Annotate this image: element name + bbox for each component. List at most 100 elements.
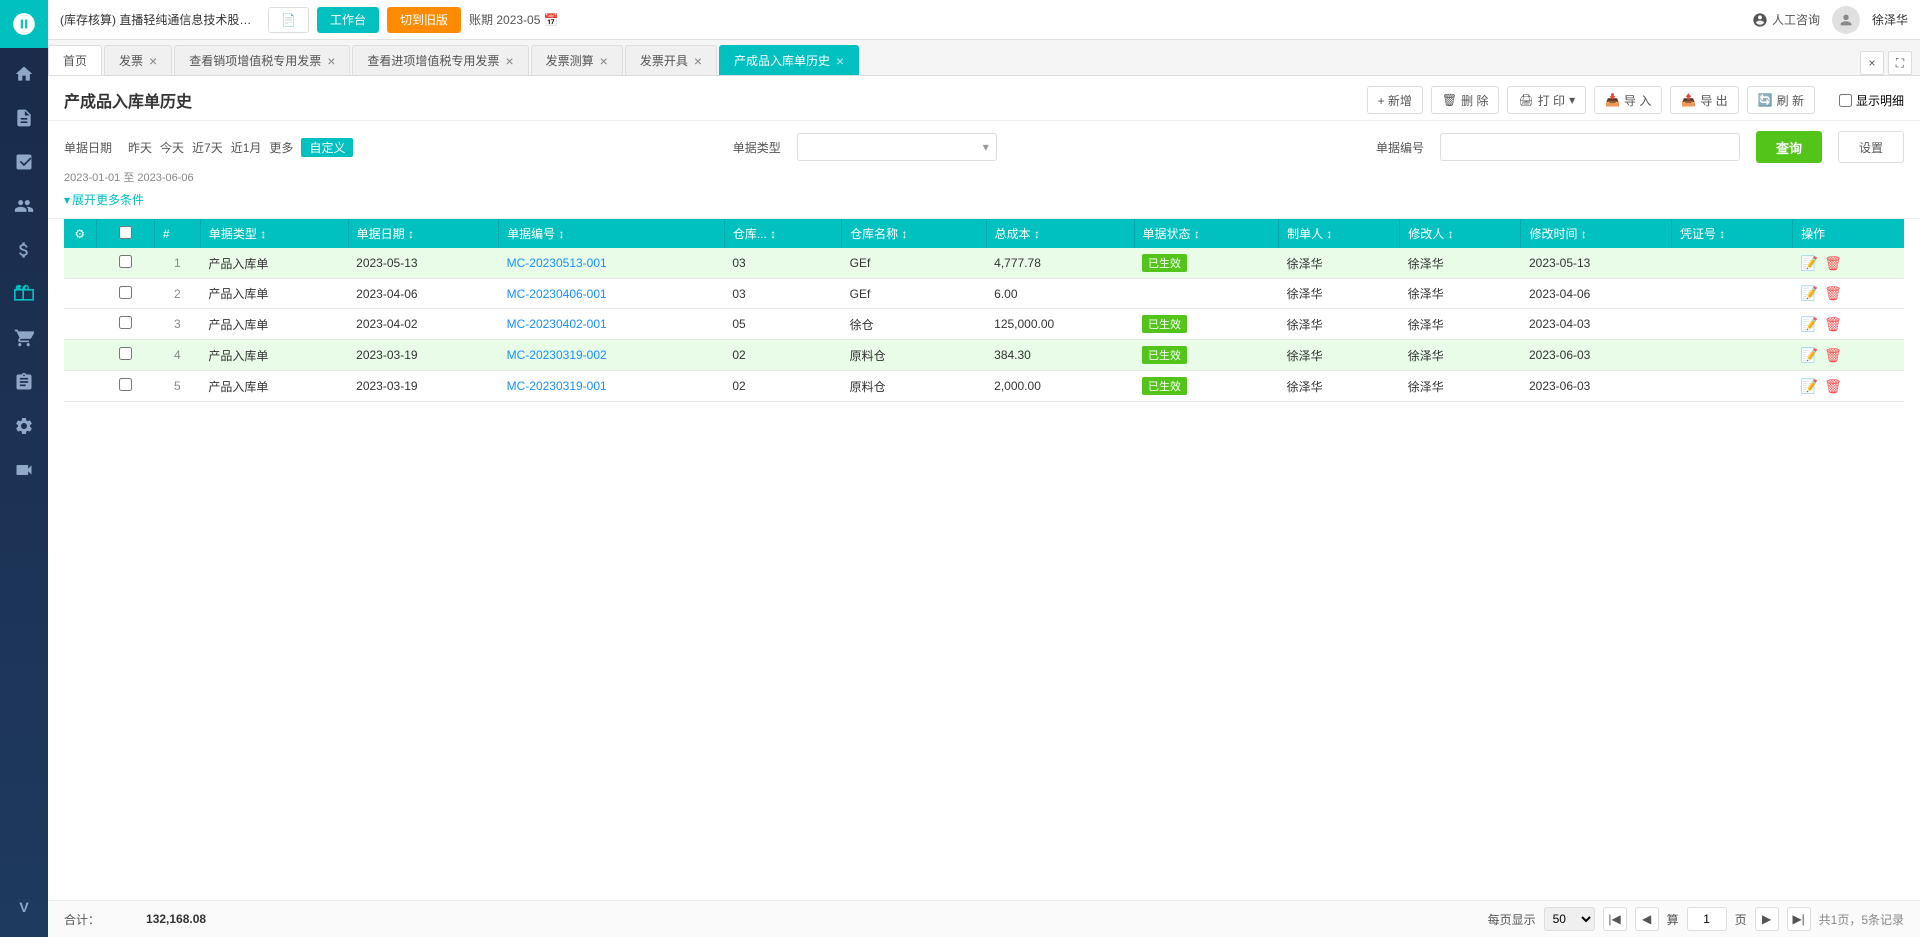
edit-icon[interactable]: 📝 <box>1801 316 1818 333</box>
edit-icon[interactable]: 📝 <box>1801 347 1818 364</box>
switch-version-btn[interactable]: 切到旧版 <box>387 7 461 33</box>
sidebar-version[interactable]: V <box>0 885 48 929</box>
th-voucher[interactable]: 凭证号 ↕ <box>1671 219 1792 248</box>
number-input[interactable] <box>1440 133 1740 161</box>
workbench-btn[interactable]: 工作台 <box>317 7 379 33</box>
tab-calc[interactable]: 发票测算 × <box>531 45 623 75</box>
date-custom-tag[interactable]: 自定义 <box>301 138 353 157</box>
th-modifier[interactable]: 修改人 ↕ <box>1400 219 1521 248</box>
sidebar-analytics[interactable] <box>0 184 48 228</box>
tab-history-close[interactable]: × <box>836 54 844 68</box>
cell-checkbox[interactable] <box>96 279 154 309</box>
new-btn[interactable]: + 新增 <box>1367 86 1423 114</box>
th-creator[interactable]: 制单人 ↕ <box>1279 219 1400 248</box>
sidebar-video[interactable] <box>0 448 48 492</box>
th-settings[interactable]: ⚙ <box>64 219 96 248</box>
expand-conditions-btn[interactable]: ▾ 展开更多条件 <box>64 191 1904 208</box>
sidebar-reports[interactable] <box>0 360 48 404</box>
export-btn[interactable]: 📤 导 出 <box>1670 86 1738 114</box>
display-checkbox[interactable] <box>1839 94 1852 107</box>
page-input[interactable] <box>1687 907 1727 931</box>
row-checkbox[interactable] <box>119 347 132 360</box>
query-btn[interactable]: 查询 <box>1756 131 1822 163</box>
th-total-cost[interactable]: 总成本 ↕ <box>986 219 1134 248</box>
print-btn[interactable]: 🖨 打 印 ▾ <box>1507 86 1586 114</box>
delete-row-icon[interactable]: 🗑 <box>1824 285 1842 302</box>
th-date[interactable]: 单据日期 ↕ <box>348 219 498 248</box>
tab-sales-vat[interactable]: 查看销项增值税专用发票 × <box>174 45 350 75</box>
delete-row-icon[interactable]: 🗑 <box>1824 316 1842 333</box>
tab-collapse-btn[interactable]: × <box>1860 51 1884 75</box>
cell-number[interactable]: MC-20230319-002 <box>499 340 725 371</box>
tab-history[interactable]: 产成品入库单历史 × <box>719 45 859 75</box>
sidebar-home[interactable] <box>0 52 48 96</box>
cell-checkbox[interactable] <box>96 248 154 279</box>
cell-checkbox[interactable] <box>96 371 154 402</box>
edit-icon[interactable]: 📝 <box>1801 378 1818 395</box>
refresh-btn[interactable]: 🔄 刷 新 <box>1747 86 1815 114</box>
delete-row-icon[interactable]: 🗑 <box>1824 347 1842 364</box>
tab-purchase-vat-close[interactable]: × <box>505 54 513 68</box>
next-page-btn[interactable]: ▶ <box>1755 907 1779 931</box>
sidebar-settings[interactable] <box>0 404 48 448</box>
delete-row-icon[interactable]: 🗑 <box>1824 255 1842 272</box>
number-link[interactable]: MC-20230319-002 <box>507 348 607 362</box>
document-btn[interactable]: 📄 <box>268 7 309 33</box>
number-link[interactable]: MC-20230513-001 <box>507 256 607 270</box>
tab-calc-close[interactable]: × <box>600 54 608 68</box>
page-size-select[interactable]: 50 100 200 <box>1544 907 1595 931</box>
th-checkbox[interactable] <box>96 219 154 248</box>
th-warehouse-name[interactable]: 仓库名称 ↕ <box>842 219 987 248</box>
tab-open[interactable]: 发票开具 × <box>625 45 717 75</box>
date-1month[interactable]: 近1月 <box>231 139 262 156</box>
number-link[interactable]: MC-20230406-001 <box>507 287 607 301</box>
edit-icon[interactable]: 📝 <box>1801 285 1818 302</box>
date-more[interactable]: 更多 <box>269 139 293 156</box>
tab-invoice[interactable]: 发票 × <box>104 45 172 75</box>
row-checkbox[interactable] <box>119 316 132 329</box>
cell-checkbox[interactable] <box>96 309 154 340</box>
tab-sales-vat-close[interactable]: × <box>327 54 335 68</box>
sidebar-inventory[interactable] <box>0 272 48 316</box>
set-btn[interactable]: 设置 <box>1838 131 1904 163</box>
last-page-btn[interactable]: ▶| <box>1787 907 1811 931</box>
cell-number[interactable]: MC-20230319-001 <box>499 371 725 402</box>
tab-invoice-close[interactable]: × <box>149 54 157 68</box>
row-checkbox[interactable] <box>119 255 132 268</box>
sidebar-purchase[interactable] <box>0 316 48 360</box>
date-7days[interactable]: 近7天 <box>192 139 223 156</box>
date-yesterday[interactable]: 昨天 <box>128 139 152 156</box>
cell-number[interactable]: MC-20230513-001 <box>499 248 725 279</box>
edit-icon[interactable]: 📝 <box>1801 255 1818 272</box>
display-toggle[interactable]: 显示明细 <box>1839 92 1904 109</box>
date-today[interactable]: 今天 <box>160 139 184 156</box>
row-checkbox[interactable] <box>119 286 132 299</box>
select-all-checkbox[interactable] <box>119 226 132 239</box>
sidebar-chart[interactable] <box>0 140 48 184</box>
prev-page-btn[interactable]: ◀ <box>1635 907 1659 931</box>
sidebar-docs[interactable] <box>0 96 48 140</box>
number-link[interactable]: MC-20230319-001 <box>507 379 607 393</box>
delete-row-icon[interactable]: 🗑 <box>1824 378 1842 395</box>
th-modify-time[interactable]: 修改时间 ↕ <box>1521 219 1671 248</box>
cell-number[interactable]: MC-20230402-001 <box>499 309 725 340</box>
delete-btn[interactable]: 🗑 删 除 <box>1431 86 1500 114</box>
import-btn[interactable]: 📥 导 入 <box>1594 86 1662 114</box>
type-select[interactable]: 产品入库单 <box>797 133 997 161</box>
tab-invoice-label: 发票 <box>119 52 143 69</box>
first-page-btn[interactable]: |◀ <box>1603 907 1627 931</box>
sidebar-finance[interactable] <box>0 228 48 272</box>
th-type[interactable]: 单据类型 ↕ <box>200 219 348 248</box>
cell-checkbox[interactable] <box>96 340 154 371</box>
row-checkbox[interactable] <box>119 378 132 391</box>
support-btn[interactable]: 人工咨询 <box>1752 11 1820 28</box>
tab-open-close[interactable]: × <box>694 54 702 68</box>
tab-home[interactable]: 首页 <box>48 45 102 75</box>
th-status[interactable]: 单据状态 ↕ <box>1134 219 1279 248</box>
th-number[interactable]: 单据编号 ↕ <box>499 219 725 248</box>
tab-purchase-vat[interactable]: 查看进项增值税专用发票 × <box>352 45 528 75</box>
number-link[interactable]: MC-20230402-001 <box>507 317 607 331</box>
th-warehouse-code[interactable]: 仓库... ↕ <box>724 219 841 248</box>
cell-number[interactable]: MC-20230406-001 <box>499 279 725 309</box>
tab-expand-btn[interactable]: ⛶ <box>1888 51 1912 75</box>
